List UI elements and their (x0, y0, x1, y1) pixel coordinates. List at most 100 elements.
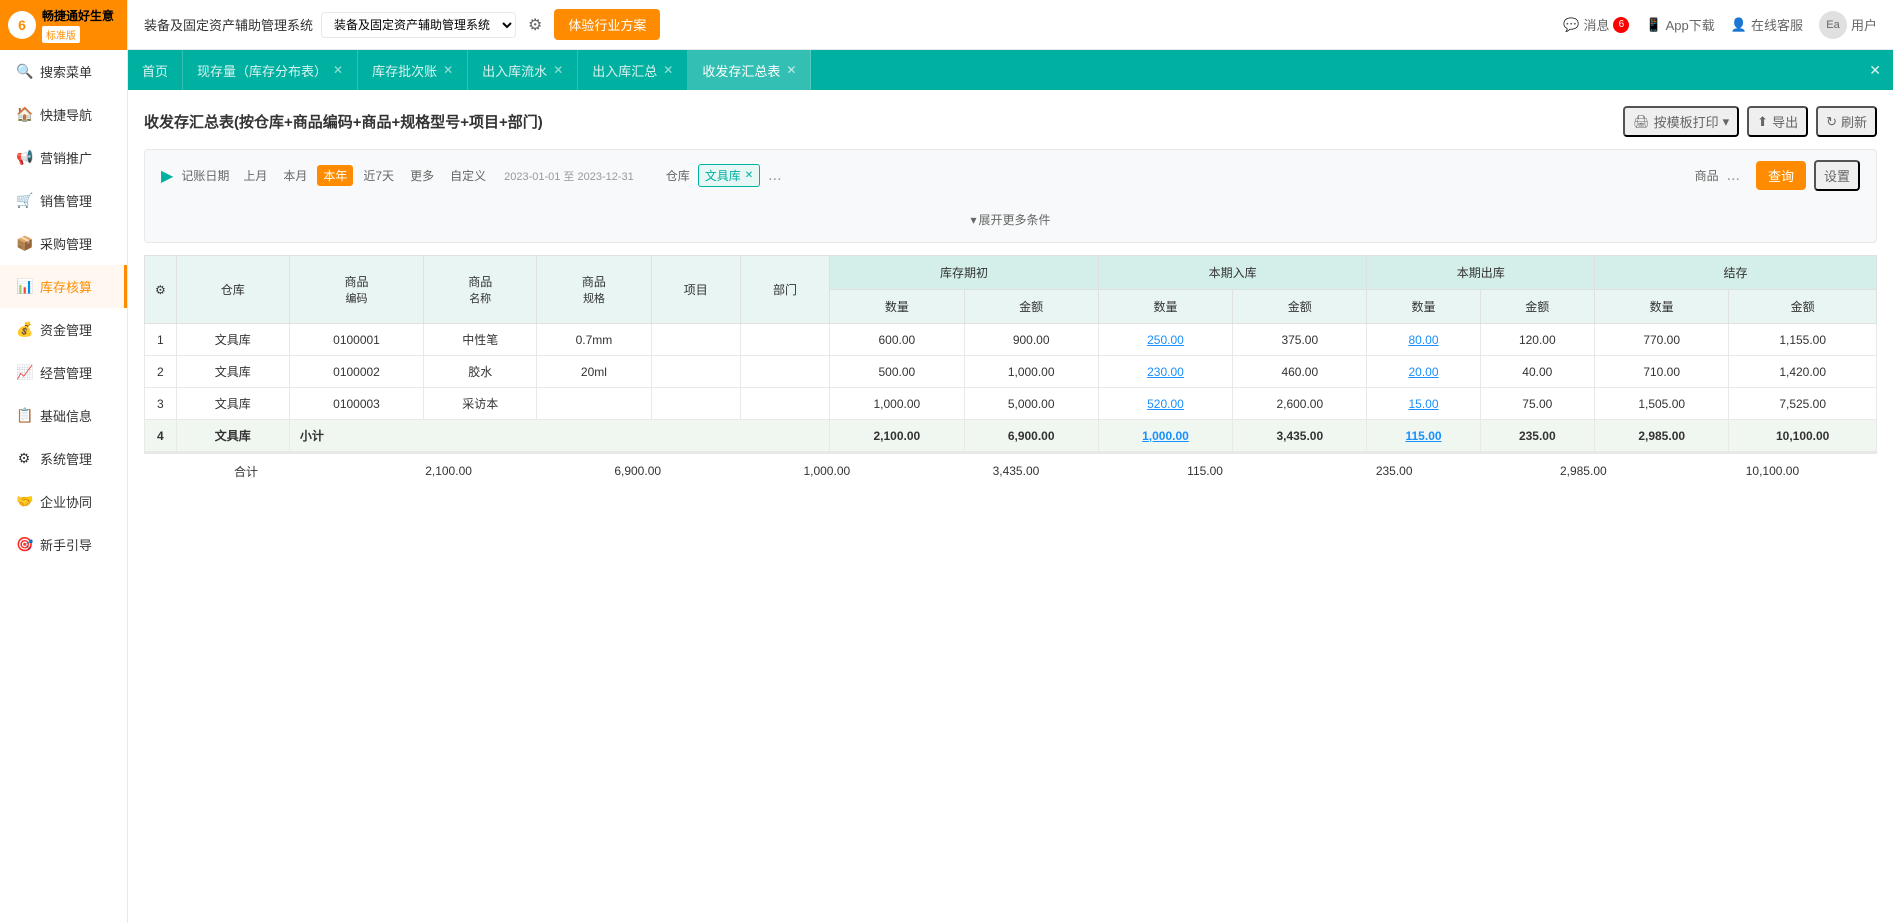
filter-collapse-btn[interactable]: ▶ (161, 166, 173, 186)
footer-out-qty: 115.00 (1111, 460, 1300, 482)
sidebar-item-finance[interactable]: 💰资金管理 (0, 308, 127, 351)
filter-bar: ▶ 记账日期 上月 本月 本年 近7天 更多 自定义 2023-01-01 至 … (144, 149, 1877, 243)
table-row: 3 文具库 0100003 采访本 1,000.00 5,000.00 520.… (145, 388, 1877, 420)
warehouse-tag-close-btn[interactable]: ✕ (745, 170, 753, 181)
sidebar-item-purchase[interactable]: 📦采购管理 (0, 222, 127, 265)
th-settings[interactable]: ⚙ (145, 256, 177, 324)
page-header: 收发存汇总表(按仓库+商品编码+商品+规格型号+项目+部门) 🖨 按模板打印 ▾… (144, 106, 1877, 137)
tab-现存量库存分布表[interactable]: 现存量（库存分布表）✕ (183, 50, 358, 90)
tab-库存批次账[interactable]: 库存批次账✕ (358, 50, 468, 90)
online-service-btn[interactable]: 👤 在线客服 (1731, 15, 1803, 34)
td-project (651, 356, 740, 388)
export-icon: ⬆ (1757, 114, 1768, 130)
refresh-btn[interactable]: ↻ 刷新 (1816, 106, 1877, 137)
tab-收发存汇总表[interactable]: 收发存汇总表✕ (688, 50, 811, 90)
td-project (651, 388, 740, 420)
goods-more-btn[interactable]: ... (1727, 167, 1740, 185)
th-closing-group: 结存 (1595, 256, 1877, 290)
export-btn[interactable]: ⬆ 导出 (1747, 106, 1808, 137)
th-closing-amt: 金额 (1729, 290, 1877, 324)
warehouse-tag: 文具库 ✕ (698, 164, 760, 187)
td-in-qty[interactable]: 250.00 (1098, 324, 1232, 356)
footer-in-qty: 1,000.00 (732, 460, 921, 482)
td-opening-amt: 900.00 (964, 324, 1098, 356)
td-subtotal-out-qty[interactable]: 115.00 (1367, 420, 1480, 452)
inventory-icon: 📊 (16, 278, 32, 295)
td-department (740, 356, 829, 388)
td-subtotal-in-qty[interactable]: 1,000.00 (1098, 420, 1232, 452)
topbar: 装备及固定资产辅助管理系统 装备及固定资产辅助管理系统 ⚙ 体验行业方案 💬 消… (128, 0, 1893, 50)
user-profile-btn[interactable]: Ea 用户 (1819, 11, 1877, 39)
th-opening-qty: 数量 (830, 290, 964, 324)
system-title: 装备及固定资产辅助管理系统 (144, 15, 313, 34)
message-btn[interactable]: 💬 消息 6 (1563, 15, 1629, 34)
print-icon: 🖨 (1633, 114, 1650, 130)
tab-出入库流水[interactable]: 出入库流水✕ (468, 50, 578, 90)
td-out-qty[interactable]: 15.00 (1367, 388, 1480, 420)
tab-出入库汇总[interactable]: 出入库汇总✕ (578, 50, 688, 90)
phone-icon: 📱 (1645, 17, 1661, 33)
sidebar-item-inventory[interactable]: 📊库存核算 (0, 265, 127, 308)
query-btn[interactable]: 查询 (1756, 161, 1806, 190)
app-download-btn[interactable]: 📱 App下载 (1645, 15, 1714, 34)
date-7days-btn[interactable]: 近7天 (357, 165, 400, 186)
sidebar-item-basic-info[interactable]: 📋基础信息 (0, 394, 127, 437)
sidebar-item-search[interactable]: 🔍搜索菜单 (0, 50, 127, 93)
print-btn[interactable]: 🖨 按模板打印 ▾ (1623, 106, 1739, 137)
td-goods-name: 中性笔 (424, 324, 537, 356)
td-department (740, 324, 829, 356)
expand-more-row: ▾ 展开更多条件 (161, 207, 1860, 232)
td-out-qty[interactable]: 80.00 (1367, 324, 1480, 356)
search-icon: 🔍 (16, 63, 32, 80)
refresh-icon: ↻ (1826, 114, 1837, 130)
logo-text: 畅捷通好生意 标准版 (42, 7, 114, 43)
sidebar-item-quick-nav[interactable]: 🏠快捷导航 (0, 93, 127, 136)
td-subtotal-no: 4 (145, 420, 177, 452)
tab-首页[interactable]: 首页 (128, 50, 183, 90)
settings-icon[interactable]: ⚙ (524, 11, 546, 39)
td-in-qty[interactable]: 520.00 (1098, 388, 1232, 420)
td-out-qty[interactable]: 20.00 (1367, 356, 1480, 388)
tab-close-btn[interactable]: ✕ (786, 63, 796, 77)
sidebar-item-enterprise[interactable]: 🤝企业协同 (0, 480, 127, 523)
close-all-tabs-btn[interactable]: ✕ (1857, 62, 1893, 79)
tab-close-btn[interactable]: ✕ (443, 63, 453, 77)
date-current-month-btn[interactable]: 本月 (277, 165, 313, 186)
td-warehouse: 文具库 (176, 324, 289, 356)
date-current-year-btn[interactable]: 本年 (317, 165, 353, 186)
td-opening-qty: 1,000.00 (830, 388, 964, 420)
settings-config-btn[interactable]: 设置 (1814, 160, 1860, 191)
warehouse-label: 仓库 (666, 167, 690, 184)
td-no: 2 (145, 356, 177, 388)
sidebar-item-business[interactable]: 📈经营管理 (0, 351, 127, 394)
tab-close-btn[interactable]: ✕ (553, 63, 563, 77)
td-in-amt: 2,600.00 (1233, 388, 1367, 420)
expand-more-btn[interactable]: ▾ 展开更多条件 (970, 211, 1050, 228)
td-in-qty[interactable]: 230.00 (1098, 356, 1232, 388)
date-last-month-btn[interactable]: 上月 (237, 165, 273, 186)
tab-close-btn[interactable]: ✕ (663, 63, 673, 77)
tab-close-btn[interactable]: ✕ (333, 63, 343, 77)
sidebar-item-marketing[interactable]: 📢营销推广 (0, 136, 127, 179)
date-more-btn[interactable]: 更多 (404, 165, 440, 186)
td-no: 1 (145, 324, 177, 356)
tabs-container: 首页现存量（库存分布表）✕库存批次账✕出入库流水✕出入库汇总✕收发存汇总表✕ (128, 50, 1857, 90)
warehouse-more-btn[interactable]: ... (768, 167, 781, 185)
marketing-icon: 📢 (16, 149, 32, 166)
date-label: 记账日期 (181, 167, 229, 184)
tabs-bar: 首页现存量（库存分布表）✕库存批次账✕出入库流水✕出入库汇总✕收发存汇总表✕ ✕ (128, 50, 1893, 90)
td-opening-amt: 5,000.00 (964, 388, 1098, 420)
basic-info-icon: 📋 (16, 407, 32, 424)
system-select[interactable]: 装备及固定资产辅助管理系统 (321, 12, 516, 38)
date-custom-btn[interactable]: 自定义 (444, 165, 492, 186)
sidebar-item-system[interactable]: ⚙系统管理 (0, 437, 127, 480)
quick-nav-icon: 🏠 (16, 106, 32, 123)
sidebar-item-sales[interactable]: 🛒销售管理 (0, 179, 127, 222)
goods-label: 商品 (1695, 167, 1719, 184)
experience-btn[interactable]: 体验行业方案 (554, 9, 660, 40)
sidebar-item-guide[interactable]: 🎯新手引导 (0, 523, 127, 566)
th-goods-spec: 商品规格 (537, 256, 651, 324)
th-opening-amt: 金额 (964, 290, 1098, 324)
th-out-qty: 数量 (1367, 290, 1480, 324)
chevron-down-icon: ▾ (1723, 114, 1730, 130)
